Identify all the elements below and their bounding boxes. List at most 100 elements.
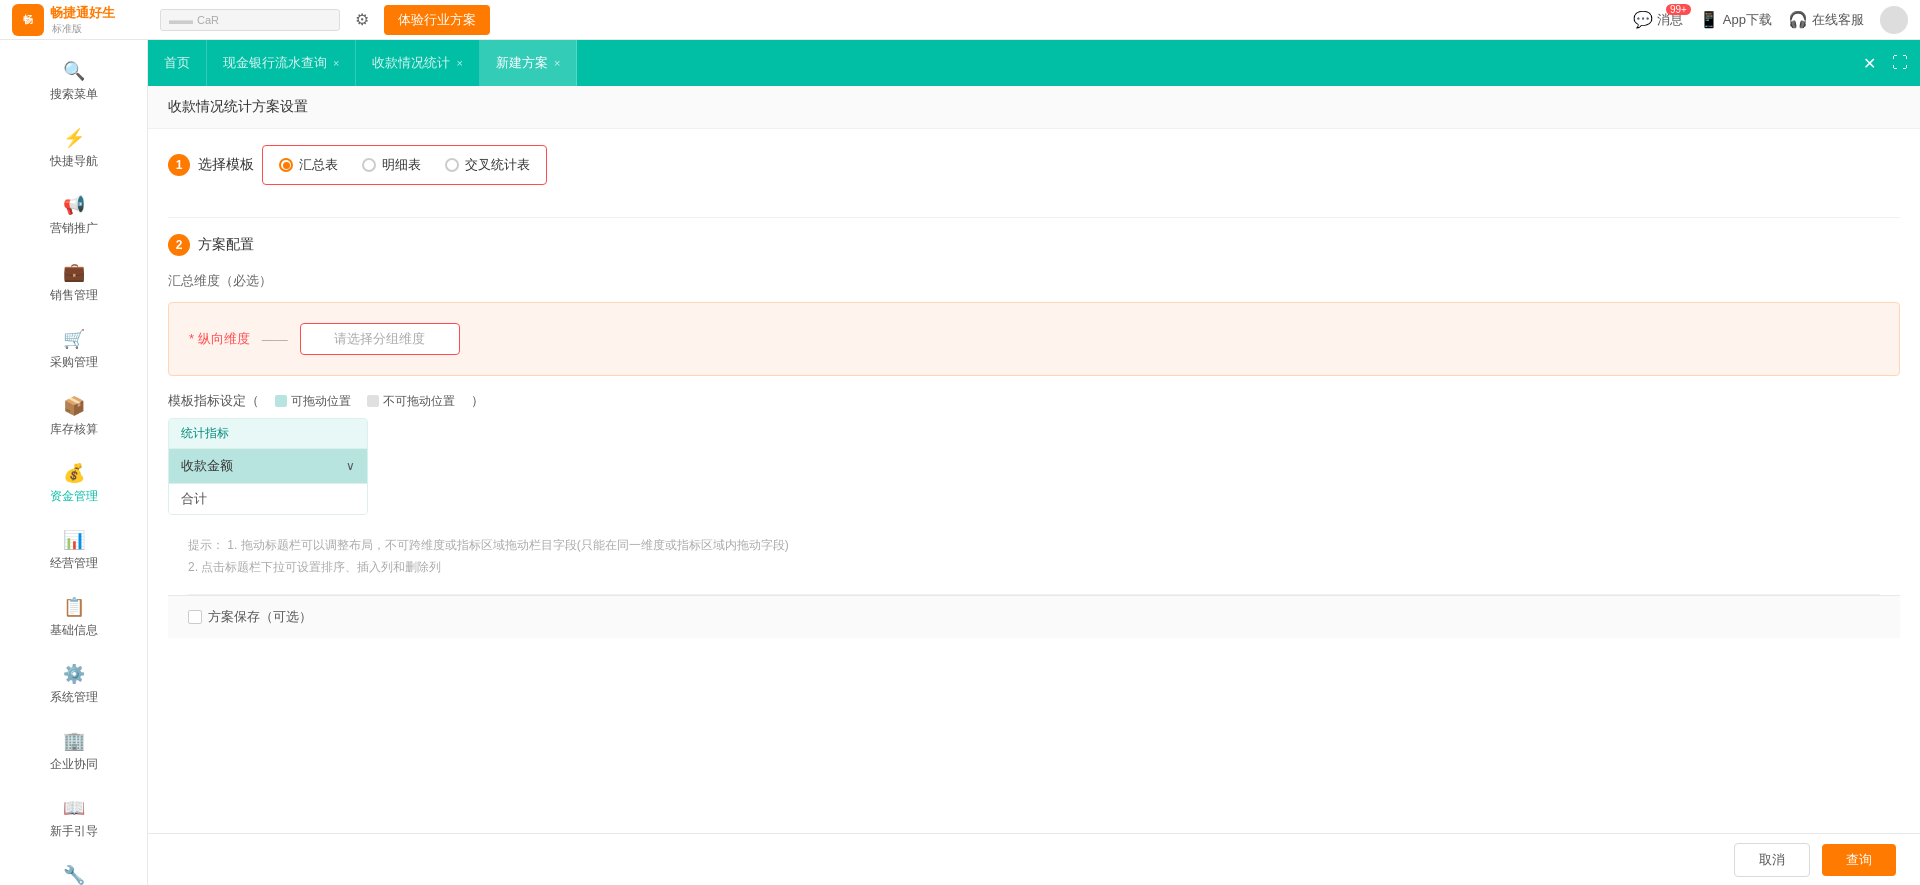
tips-area: 提示： 1. 拖动标题栏可以调整布局，不可跨维度或指标区域拖动栏目字段(只能在同… <box>168 518 1900 594</box>
radio-crosstab[interactable]: 交叉统计表 <box>445 156 530 174</box>
tip1: 提示： 1. 拖动标题栏可以调整布局，不可跨维度或指标区域拖动栏目字段(只能在同… <box>188 534 1880 556</box>
step1-title: 选择模板 <box>198 156 254 174</box>
tab-close-btn[interactable]: ✕ <box>1859 50 1880 77</box>
finance-icon: 💰 <box>63 462 85 484</box>
sidebar-item-hardware[interactable]: 🔧 智能硬件 <box>0 852 147 885</box>
tab-bank-query[interactable]: 现金银行流水查询 × <box>207 40 356 86</box>
dimension-subtitle: 汇总维度（必选） <box>168 272 1900 290</box>
cancel-button[interactable]: 取消 <box>1734 843 1810 877</box>
sidebar-item-system[interactable]: ⚙️ 系统管理 <box>0 651 147 718</box>
sidebar-item-purchase[interactable]: 🛒 采购管理 <box>0 316 147 383</box>
sidebar-item-label: 系统管理 <box>50 689 98 706</box>
tab-home-label: 首页 <box>164 54 190 72</box>
logo-text: 畅捷通好生 <box>50 4 115 22</box>
sidebar-item-label: 快捷导航 <box>50 153 98 170</box>
marketing-icon: 📢 <box>63 194 85 216</box>
template-options: 汇总表 明细表 交叉统计表 <box>262 145 547 185</box>
arrow-icon: —— <box>262 332 288 347</box>
non-draggable-label: 不可拖动位置 <box>383 393 455 410</box>
page-header: 收款情况统计方案设置 <box>148 86 1920 129</box>
sidebar-item-label: 库存核算 <box>50 421 98 438</box>
radio-detail-circle[interactable] <box>362 158 376 172</box>
sidebar-item-search[interactable]: 🔍 搜索菜单 <box>0 48 147 115</box>
save-plan-label: 方案保存（可选） <box>208 608 312 626</box>
sidebar-item-label: 新手引导 <box>50 823 98 840</box>
tab-new-plan-close[interactable]: × <box>554 57 560 69</box>
tab-actions: ✕ ⛶ <box>1859 40 1920 86</box>
metrics-item-label: 收款金额 <box>181 457 233 475</box>
service-label: 在线客服 <box>1812 11 1864 29</box>
sidebar-item-enterprise[interactable]: 🏢 企业协同 <box>0 718 147 785</box>
sidebar-item-label: 基础信息 <box>50 622 98 639</box>
tip2: 2. 点击标题栏下拉可设置排序、插入列和删除列 <box>188 556 1880 578</box>
draggable-label: 可拖动位置 <box>291 393 351 410</box>
service-btn[interactable]: 🎧 在线客服 <box>1788 10 1864 29</box>
top-right: 💬 消息 99+ 📱 App下载 🎧 在线客服 <box>1633 6 1908 34</box>
user-avatar[interactable] <box>1880 6 1908 34</box>
tab-expand-btn[interactable]: ⛶ <box>1888 50 1912 76</box>
sidebar-item-management[interactable]: 📊 经营管理 <box>0 517 147 584</box>
sidebar-item-marketing[interactable]: 📢 营销推广 <box>0 182 147 249</box>
system-icon: ⚙️ <box>63 663 85 685</box>
draggable-hint: 可拖动位置 <box>275 393 351 410</box>
checkbox-box[interactable] <box>188 610 202 624</box>
radio-detail[interactable]: 明细表 <box>362 156 421 174</box>
guide-icon: 📖 <box>63 797 85 819</box>
metrics-section: 模板指标设定（ 可拖动位置 不可拖动位置 ） 统计指标 <box>168 392 1900 518</box>
top-bar: 畅 畅捷通好生 标准版 ▬▬ CaR ⚙ 体验行业方案 💬 消息 99+ 📱 A… <box>0 0 1920 40</box>
download-btn[interactable]: 📱 App下载 <box>1699 10 1772 29</box>
download-label: App下载 <box>1723 11 1772 29</box>
query-button[interactable]: 查询 <box>1822 844 1896 876</box>
tab-receivables[interactable]: 收款情况统计 × <box>356 40 479 86</box>
management-icon: 📊 <box>63 529 85 551</box>
tab-home[interactable]: 首页 <box>148 40 207 86</box>
main-layout: 🔍 搜索菜单 ⚡ 快捷导航 📢 营销推广 💼 销售管理 🛒 采购管理 📦 库存核… <box>0 40 1920 885</box>
sidebar-item-label: 销售管理 <box>50 287 98 304</box>
enterprise-icon: 🏢 <box>63 730 85 752</box>
non-draggable-hint: 不可拖动位置 <box>367 393 455 410</box>
page-content: 收款情况统计方案设置 1 选择模板 汇总表 明细表 <box>148 86 1920 833</box>
radio-summary-circle[interactable] <box>279 158 293 172</box>
trial-button[interactable]: 体验行业方案 <box>384 5 490 35</box>
sidebar-item-sales[interactable]: 💼 销售管理 <box>0 249 147 316</box>
dimension-select-btn[interactable]: 请选择分组维度 <box>300 323 460 355</box>
dimension-area: * 纵向维度 —— 请选择分组维度 <box>168 302 1900 376</box>
tab-bank-query-close[interactable]: × <box>333 57 339 69</box>
sidebar-item-finance[interactable]: 💰 资金管理 <box>0 450 147 517</box>
search-icon: 🔍 <box>63 60 85 82</box>
save-plan-checkbox[interactable]: 方案保存（可选） <box>188 608 312 626</box>
draggable-dot <box>275 395 287 407</box>
sidebar-item-inventory[interactable]: 📦 库存核算 <box>0 383 147 450</box>
radio-summary[interactable]: 汇总表 <box>279 156 338 174</box>
logo-icon: 畅 <box>12 4 44 36</box>
step1-section: 1 选择模板 汇总表 明细表 <box>148 129 1920 217</box>
metrics-chevron-icon[interactable]: ∨ <box>346 459 355 473</box>
message-btn[interactable]: 💬 消息 99+ <box>1633 10 1683 29</box>
radio-crosstab-label: 交叉统计表 <box>465 156 530 174</box>
tab-bar: 首页 现金银行流水查询 × 收款情况统计 × 新建方案 × ✕ ⛶ <box>148 40 1920 86</box>
radio-crosstab-circle[interactable] <box>445 158 459 172</box>
vertical-dim-label: * 纵向维度 <box>189 330 250 348</box>
metrics-total: 合计 <box>169 483 367 514</box>
quicknav-icon: ⚡ <box>63 127 85 149</box>
radio-detail-label: 明细表 <box>382 156 421 174</box>
sidebar-item-basic[interactable]: 📋 基础信息 <box>0 584 147 651</box>
sidebar-item-label: 经营管理 <box>50 555 98 572</box>
page-footer: 方案保存（可选） <box>168 595 1900 638</box>
tab-receivables-label: 收款情况统计 <box>372 54 450 72</box>
sidebar-item-label: 搜索菜单 <box>50 86 98 103</box>
step2-label-row: 2 方案配置 <box>168 234 1900 256</box>
tab-new-plan[interactable]: 新建方案 × <box>480 40 577 86</box>
message-badge: 99+ <box>1666 4 1691 15</box>
step1-num: 1 <box>168 154 190 176</box>
content-area: 首页 现金银行流水查询 × 收款情况统计 × 新建方案 × ✕ ⛶ <box>148 40 1920 885</box>
sidebar-item-quicknav[interactable]: ⚡ 快捷导航 <box>0 115 147 182</box>
sidebar-item-guide[interactable]: 📖 新手引导 <box>0 785 147 852</box>
metrics-table-header: 统计指标 <box>169 419 367 448</box>
step2-title: 方案配置 <box>198 236 254 254</box>
tab-receivables-close[interactable]: × <box>456 57 462 69</box>
metrics-item-receivable[interactable]: 收款金额 ∨ <box>169 448 367 483</box>
gear-button[interactable]: ⚙ <box>348 6 376 34</box>
dimension-row: * 纵向维度 —— 请选择分组维度 <box>189 323 1879 355</box>
purchase-icon: 🛒 <box>63 328 85 350</box>
